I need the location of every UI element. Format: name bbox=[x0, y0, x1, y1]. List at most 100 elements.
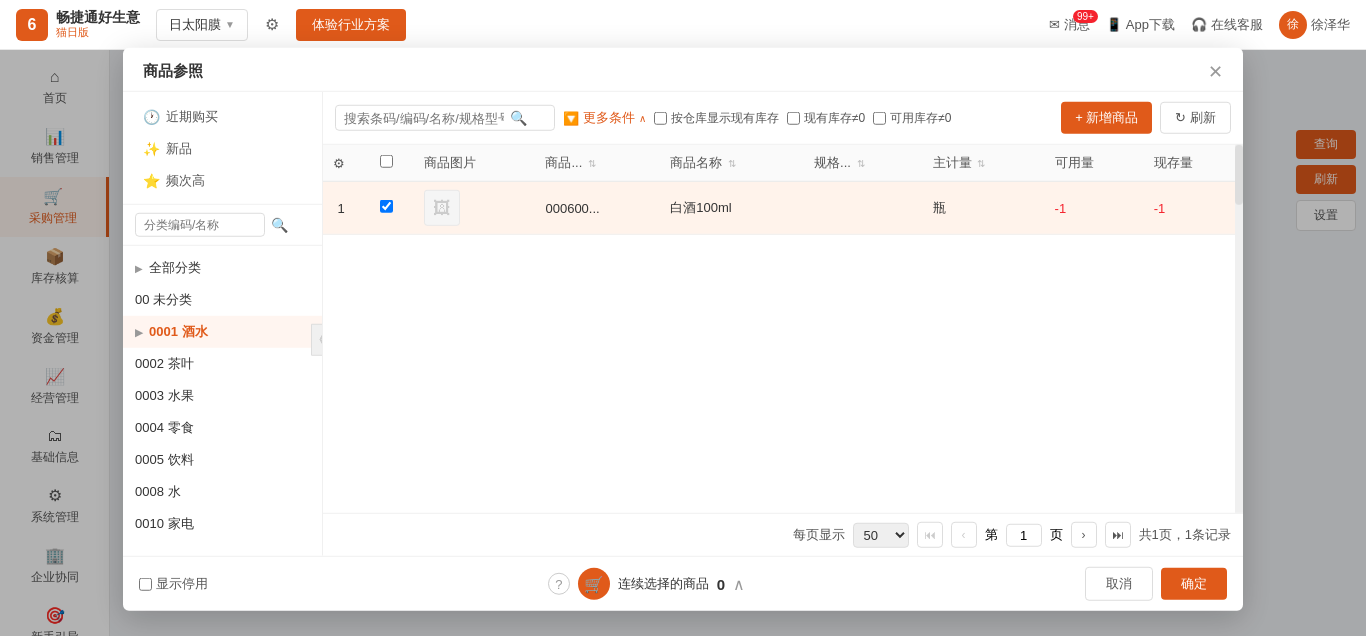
category-item-0003[interactable]: 0003 水果 bbox=[123, 380, 322, 412]
modal-close-button[interactable]: ✕ bbox=[1208, 62, 1223, 80]
refresh-btn[interactable]: ↻ 刷新 bbox=[1160, 102, 1231, 134]
service-icon: 🎧 bbox=[1191, 17, 1207, 32]
cart-icon-btn[interactable]: 🛒 bbox=[578, 568, 610, 600]
category-item-0001[interactable]: ▶ 0001 酒水 bbox=[123, 316, 322, 348]
page-size-select[interactable]: 50 10 20 100 bbox=[853, 522, 909, 547]
sort-code-icon: ⇅ bbox=[588, 158, 596, 169]
category-item-0008[interactable]: 0008 水 bbox=[123, 476, 322, 508]
nav-user[interactable]: 徐 徐泽华 bbox=[1279, 11, 1350, 39]
selected-count-num: 0 bbox=[717, 575, 725, 592]
page-last-btn[interactable]: ⏭ bbox=[1105, 522, 1131, 548]
category-search-input[interactable] bbox=[135, 213, 265, 237]
check-stock-nonzero-input[interactable] bbox=[787, 111, 800, 124]
category-item-00[interactable]: 00 未分类 bbox=[123, 284, 322, 316]
footer-right: 取消 确定 bbox=[1085, 567, 1227, 601]
user-avatar: 徐 bbox=[1279, 11, 1307, 39]
frequent-icon: ⭐ bbox=[143, 173, 160, 189]
table-header-row: ⚙ 商品图片 商品... ⇅ 商品名称 bbox=[323, 145, 1243, 182]
shortcut-recent[interactable]: 🕐 近期购买 bbox=[135, 102, 310, 132]
product-search-icon[interactable]: 🔍 bbox=[510, 110, 527, 126]
cat-label-0003: 0003 水果 bbox=[135, 387, 194, 405]
th-image: 商品图片 bbox=[414, 145, 535, 182]
brand-sub: 猫日版 bbox=[56, 25, 140, 40]
cat-label-0010: 0010 家电 bbox=[135, 515, 194, 533]
store-selector[interactable]: 日太阳膜 ▼ bbox=[156, 9, 248, 41]
footer-left: 显示停用 bbox=[139, 575, 208, 593]
td-num: 1 bbox=[323, 181, 359, 234]
th-available: 可用量 bbox=[1045, 145, 1144, 182]
category-item-0002[interactable]: 0002 茶叶 bbox=[123, 348, 322, 380]
top-nav: 6 畅捷通好生意 猫日版 日太阳膜 ▼ ⚙ 体验行业方案 ✉ 消息 99+ 📱 … bbox=[0, 0, 1366, 50]
page-prev-btn[interactable]: ‹ bbox=[951, 522, 977, 548]
check-available-nonzero-label[interactable]: 可用库存≠0 bbox=[873, 109, 951, 126]
show-disabled-checkbox[interactable] bbox=[139, 577, 152, 590]
category-panel: 🕐 近期购买 ✨ 新品 ⭐ 频次高 《 🔍 bbox=[123, 92, 323, 556]
message-icon: ✉ bbox=[1049, 17, 1060, 32]
nav-message[interactable]: ✉ 消息 99+ bbox=[1049, 16, 1090, 34]
category-item-0004[interactable]: 0004 零食 bbox=[123, 412, 322, 444]
confirm-btn[interactable]: 确定 bbox=[1161, 568, 1227, 600]
check-warehouse-input[interactable] bbox=[654, 111, 667, 124]
shortcuts-area: 🕐 近期购买 ✨ 新品 ⭐ 频次高 bbox=[123, 102, 322, 205]
th-settings[interactable]: ⚙ bbox=[323, 145, 359, 182]
user-name: 徐泽华 bbox=[1311, 16, 1350, 34]
product-panel: 🔍 🔽 更多条件 ∧ 按仓库显示现有库存 现有库存≠0 可用库存≠ bbox=[323, 92, 1243, 556]
filter-btn[interactable]: 🔽 更多条件 ∧ bbox=[563, 109, 646, 127]
show-disabled-label[interactable]: 显示停用 bbox=[139, 575, 208, 593]
cat-label-00: 00 未分类 bbox=[135, 291, 192, 309]
modal-header: 商品参照 ✕ bbox=[123, 48, 1243, 92]
footer-center: ? 🛒 连续选择的商品 0 ∧ bbox=[220, 568, 1073, 600]
help-icon[interactable]: ? bbox=[548, 573, 570, 595]
td-checkbox[interactable] bbox=[359, 181, 414, 234]
app-icon: 📱 bbox=[1106, 17, 1122, 32]
cat-label-all: 全部分类 bbox=[149, 259, 201, 277]
collapse-footer-icon[interactable]: ∧ bbox=[733, 574, 745, 593]
check-warehouse-label[interactable]: 按仓库显示现有库存 bbox=[654, 109, 779, 126]
store-arrow-icon: ▼ bbox=[225, 19, 235, 30]
product-search-box: 🔍 bbox=[335, 105, 555, 131]
nav-app-download[interactable]: 📱 App下载 bbox=[1106, 16, 1175, 34]
toolbar-right: + 新增商品 ↻ 刷新 bbox=[1061, 102, 1231, 134]
nav-customer-service[interactable]: 🎧 在线客服 bbox=[1191, 16, 1263, 34]
check-stock-nonzero-label[interactable]: 现有库存≠0 bbox=[787, 109, 865, 126]
scroll-thumb[interactable] bbox=[1235, 145, 1243, 205]
td-available: -1 bbox=[1045, 181, 1144, 234]
category-item-all[interactable]: ▶ 全部分类 bbox=[123, 252, 322, 284]
cat-label-0005: 0005 饮料 bbox=[135, 451, 194, 469]
th-name[interactable]: 商品名称 ⇅ bbox=[660, 145, 804, 182]
th-checkbox[interactable] bbox=[359, 145, 414, 182]
shortcut-new[interactable]: ✨ 新品 bbox=[135, 134, 310, 164]
service-label: 在线客服 bbox=[1211, 16, 1263, 34]
th-unit[interactable]: 主计量 ⇅ bbox=[923, 145, 1045, 182]
page-input[interactable] bbox=[1006, 523, 1042, 546]
category-tree: ▶ 全部分类 00 未分类 ▶ 0001 酒水 0002 茶叶 0003 水果 bbox=[123, 246, 322, 546]
td-name: 白酒100ml bbox=[660, 181, 804, 234]
trial-btn[interactable]: 体验行业方案 bbox=[296, 9, 406, 41]
th-spec[interactable]: 规格... ⇅ bbox=[804, 145, 922, 182]
page-total: 共1页，1条记录 bbox=[1139, 526, 1231, 544]
page-first-btn[interactable]: ⏮ bbox=[917, 522, 943, 548]
store-name: 日太阳膜 bbox=[169, 16, 221, 34]
category-item-0005[interactable]: 0005 饮料 bbox=[123, 444, 322, 476]
select-all-checkbox[interactable] bbox=[380, 155, 393, 168]
message-badge: 99+ bbox=[1073, 10, 1098, 23]
settings-icon[interactable]: ⚙ bbox=[256, 9, 288, 41]
table-row[interactable]: 1 🖼 000600... 白酒100ml bbox=[323, 181, 1243, 234]
cat-label-0001: 0001 酒水 bbox=[149, 323, 208, 341]
category-search-icon[interactable]: 🔍 bbox=[271, 217, 288, 233]
category-collapse-button[interactable]: 《 bbox=[311, 324, 323, 356]
td-stock: -1 bbox=[1144, 181, 1243, 234]
brand-name: 畅捷通好生意 bbox=[56, 9, 140, 26]
row-checkbox[interactable] bbox=[380, 200, 393, 213]
category-item-0010[interactable]: 0010 家电 bbox=[123, 508, 322, 540]
img-placeholder: 🖼 bbox=[433, 197, 451, 218]
shortcut-frequent[interactable]: ⭐ 频次高 bbox=[135, 166, 310, 196]
cancel-btn[interactable]: 取消 bbox=[1085, 567, 1153, 601]
th-code[interactable]: 商品... ⇅ bbox=[535, 145, 660, 182]
check-available-nonzero-input[interactable] bbox=[873, 111, 886, 124]
page-next-btn[interactable]: › bbox=[1071, 522, 1097, 548]
add-product-btn[interactable]: + 新增商品 bbox=[1061, 102, 1152, 134]
product-search-input[interactable] bbox=[344, 110, 504, 125]
td-image: 🖼 bbox=[414, 181, 535, 234]
td-unit: 瓶 bbox=[923, 181, 1045, 234]
